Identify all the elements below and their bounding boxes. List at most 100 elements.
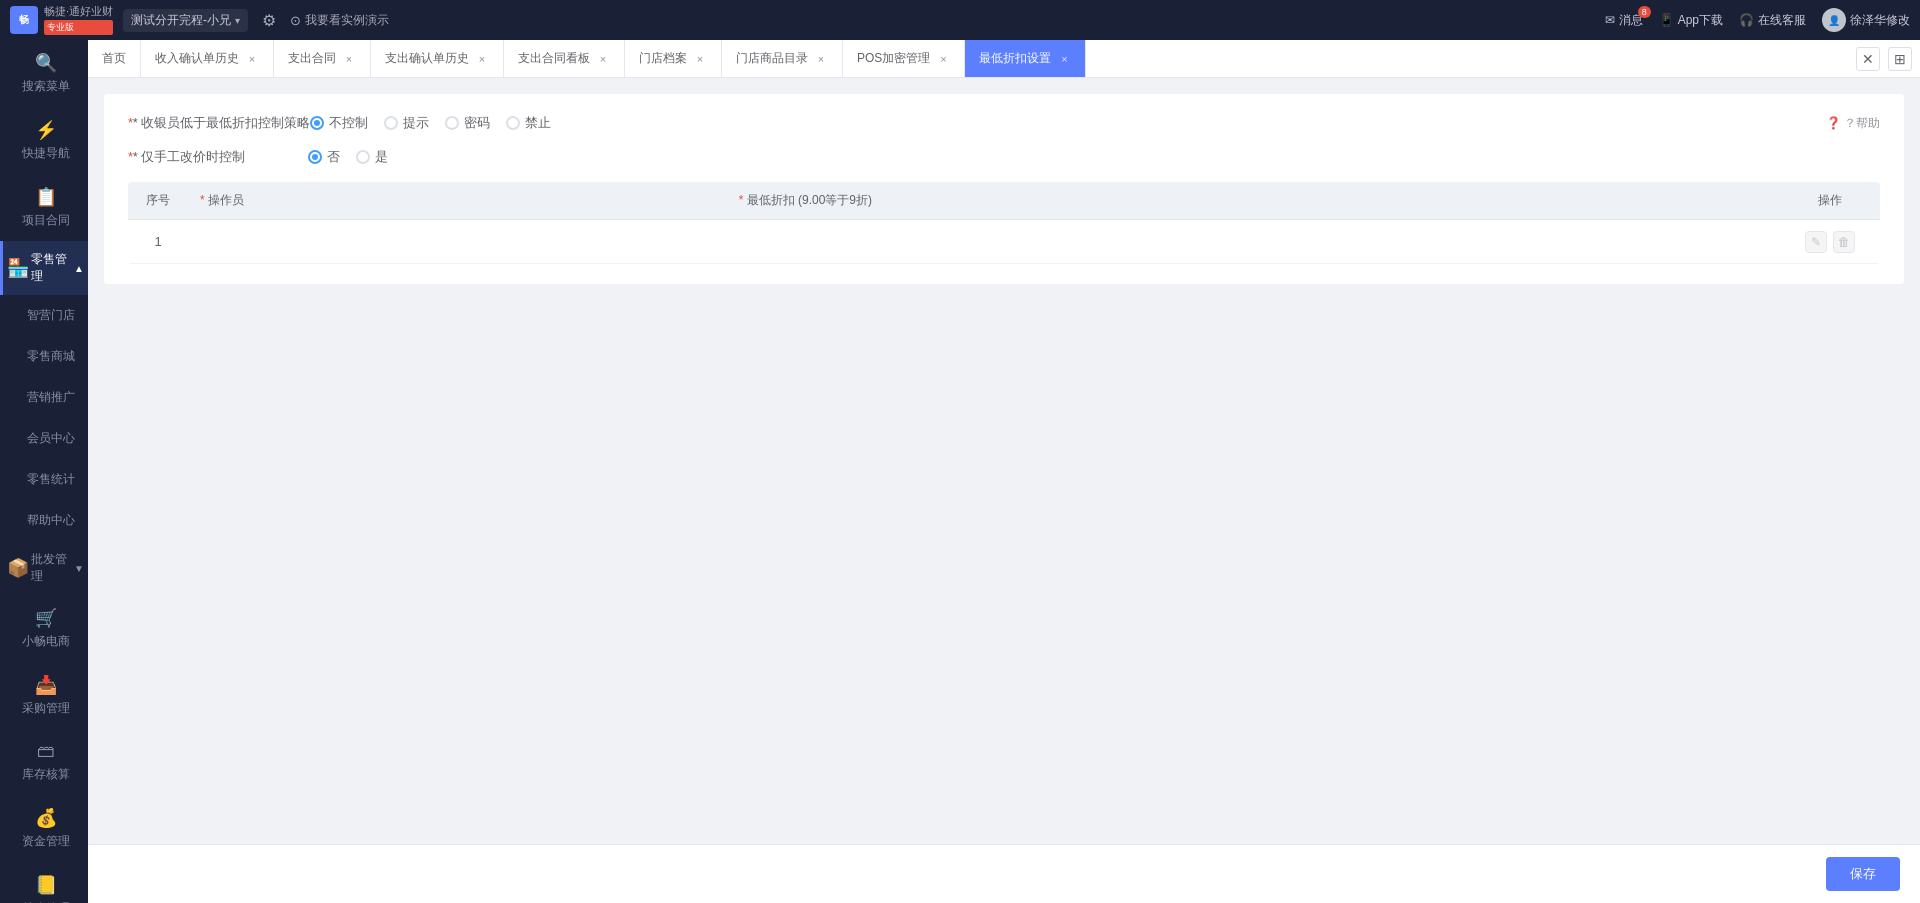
user-name: 徐泽华修改 [1850,12,1910,29]
user-menu[interactable]: 👤 徐泽华修改 [1822,8,1910,32]
tab-home[interactable]: 首页 [88,40,141,78]
messages-button[interactable]: ✉ 消息 8 [1605,12,1643,29]
close-icon[interactable]: × [1057,52,1071,66]
sidebar-item-label: 库存核算 [22,766,70,783]
radio-no-control[interactable]: 不控制 [310,114,368,132]
sidebar-item-label: 零售商城 [27,348,75,365]
sidebar-item-retail-mgmt[interactable]: 🏪 零售管理 ▲ [0,241,88,295]
radio-circle-reminder [384,116,398,130]
tab-store-product-catalog[interactable]: 门店商品目录 × [722,40,843,78]
radio-reminder-label: 提示 [403,114,429,132]
tab-label: 门店档案 [639,50,687,67]
close-icon[interactable]: × [814,52,828,66]
top-bar-right: ✉ 消息 8 📱 App下载 🎧 在线客服 👤 徐泽华修改 [1605,8,1910,32]
sidebar: 🔍 搜索菜单 ⚡ 快捷导航 📋 项目合同 🏪 零售管理 ▲ 智营门店 零售商城 … [0,40,88,903]
tab-home-label: 首页 [102,50,126,67]
tab-store-file[interactable]: 门店档案 × [625,40,722,78]
close-icon[interactable]: × [475,52,489,66]
online-service-label: 在线客服 [1758,12,1806,29]
radio-no[interactable]: 否 [308,148,340,166]
online-service-button[interactable]: 🎧 在线客服 [1739,12,1806,29]
sidebar-item-quick-nav[interactable]: ⚡ 快捷导航 [0,107,88,174]
th-min-discount-label: 最低折扣 (9.00等于9折) [747,193,872,207]
archive-icon: 🗃 [37,741,55,762]
discount-table: 序号 * 操作员 * 最低折扣 (9.00等于9折) 操作 1 [128,182,1880,264]
sidebar-item-ecommerce[interactable]: 🛒 小畅电商 [0,595,88,662]
radio-forbidden-label: 禁止 [525,114,551,132]
radio-forbidden[interactable]: 禁止 [506,114,551,132]
sidebar-item-project-contract[interactable]: 📋 项目合同 [0,174,88,241]
help-link[interactable]: ❓ ？帮助 [1826,115,1880,132]
demo-link-label: 我要看实例演示 [305,12,389,29]
tab-bar: 首页 收入确认单历史 × 支出合同 × 支出确认单历史 × 支出合同看板 × 门… [88,40,1920,78]
headset-icon: 🎧 [1739,13,1754,27]
radio-circle-yes [356,150,370,164]
clipboard-icon: 📋 [35,186,57,208]
sidebar-item-help-center[interactable]: 帮助中心 [0,500,88,541]
sidebar-item-marketing[interactable]: 营销推广 [0,377,88,418]
sidebar-item-finance[interactable]: 💰 资金管理 [0,795,88,862]
sidebar-item-search[interactable]: 🔍 搜索菜单 [0,40,88,107]
sidebar-item-label: 项目合同 [22,212,70,229]
tab-min-discount-settings[interactable]: 最低折扣设置 × [965,40,1086,78]
messages-badge: 8 [1638,6,1651,18]
tab-pos-password-mgmt[interactable]: POS加密管理 × [843,40,965,78]
sidebar-item-ledger[interactable]: 📒 总账管理 [0,862,88,903]
tab-label: POS加密管理 [857,50,930,67]
cart-icon: 🛒 [35,607,57,629]
sidebar-item-label: 营销推广 [27,389,75,406]
content-area: 首页 收入确认单历史 × 支出合同 × 支出确认单历史 × 支出合同看板 × 门… [88,40,1920,903]
tab-label: 支出合同 [288,50,336,67]
page-content: * * 收银员低于最低折扣控制策略 不控制 提示 [88,78,1920,844]
app-download-button[interactable]: 📱 App下载 [1659,12,1723,29]
radio-no-control-label: 不控制 [329,114,368,132]
th-required-star2: * [739,193,747,207]
close-icon[interactable]: × [245,52,259,66]
discount-policy-radio-group: 不控制 提示 密码 禁止 [310,114,551,132]
sidebar-item-label: 小畅电商 [22,633,70,650]
tab-label: 支出合同看板 [518,50,590,67]
sidebar-item-retail-stats[interactable]: 零售统计 [0,459,88,500]
demo-link[interactable]: ⊙ 我要看实例演示 [290,12,389,29]
radio-circle-no [308,150,322,164]
logo-text: 畅捷·通好业财 [44,5,113,18]
search-icon: 🔍 [35,52,57,74]
close-icon[interactable]: × [936,52,950,66]
sidebar-item-inventory[interactable]: 🗃 库存核算 [0,729,88,795]
sidebar-item-smart-store[interactable]: 智营门店 [0,295,88,336]
close-tab-button[interactable]: ✕ [1856,47,1880,71]
th-operator-label: 操作员 [208,193,244,207]
chevron-down-icon: ▾ [235,15,240,26]
radio-reminder[interactable]: 提示 [384,114,429,132]
project-selector[interactable]: 测试分开完程-小兄 ▾ [123,9,248,32]
sidebar-item-purchase-mgmt[interactable]: 📥 采购管理 [0,662,88,729]
tab-bar-right: ✕ ⊞ [1848,47,1920,71]
table-row: 1 ✎ 🗑 [128,220,1880,264]
tab-payment-confirm-history[interactable]: 支出确认单历史 × [371,40,504,78]
circle-icon: ⊙ [290,13,301,28]
sidebar-item-label: 采购管理 [22,700,70,717]
save-button[interactable]: 保存 [1826,857,1900,891]
close-icon[interactable]: × [596,52,610,66]
sidebar-item-member-center[interactable]: 会员中心 [0,418,88,459]
page-footer: 保存 [88,844,1920,903]
settings-icon-button[interactable]: ⚙ [258,7,280,34]
logo-area: 畅 畅捷·通好业财 专业版 [10,5,113,34]
th-required-star: * [200,193,208,207]
radio-password[interactable]: 密码 [445,114,490,132]
sidebar-item-retail-mall[interactable]: 零售商城 [0,336,88,377]
more-tabs-button[interactable]: ⊞ [1888,47,1912,71]
td-seq: 1 [128,234,188,249]
radio-yes[interactable]: 是 [356,148,388,166]
tab-income-confirm-history[interactable]: 收入确认单历史 × [141,40,274,78]
sidebar-item-batch-mgmt[interactable]: 📦 批发管理 ▼ [0,541,88,595]
pro-badge: 专业版 [44,20,113,35]
settings-card: * * 收银员低于最低折扣控制策略 不控制 提示 [104,94,1904,284]
chevron-up-icon: ▲ [74,263,84,274]
close-icon[interactable]: × [693,52,707,66]
tab-payment-contract-board[interactable]: 支出合同看板 × [504,40,625,78]
tab-payment-contract[interactable]: 支出合同 × [274,40,371,78]
close-icon[interactable]: × [342,52,356,66]
edit-button[interactable]: ✎ [1805,231,1827,253]
delete-button[interactable]: 🗑 [1833,231,1855,253]
